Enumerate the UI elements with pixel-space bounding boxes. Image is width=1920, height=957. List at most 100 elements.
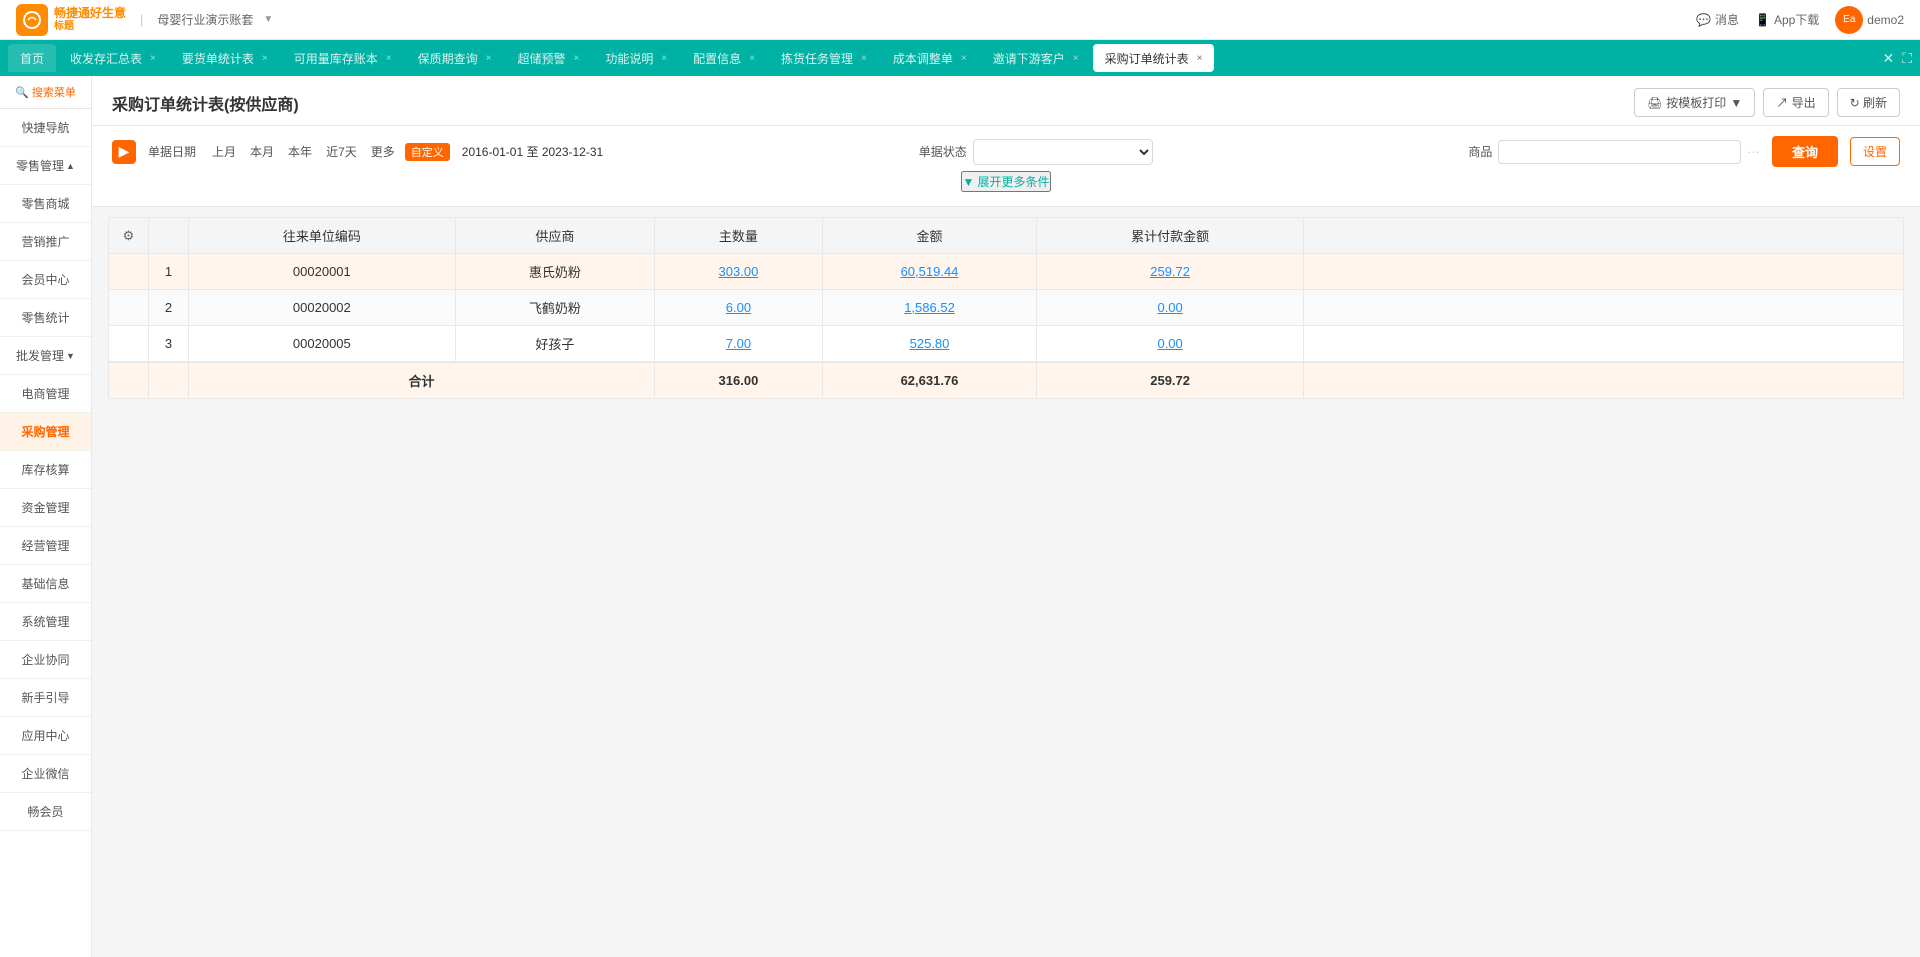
tab-available-stock[interactable]: 可用量库存账本 × <box>282 44 404 72</box>
th-main-qty: 主数量 <box>655 218 823 254</box>
setting-button[interactable]: 设置 <box>1850 137 1900 166</box>
td-main-qty-3[interactable]: 7.00 <box>655 326 823 363</box>
sidebar-item-retail-mall[interactable]: 零售商城 <box>0 185 91 223</box>
tab-receive-summary[interactable]: 收发存汇总表 × <box>58 44 168 72</box>
print-icon: 🖨 <box>1647 96 1662 110</box>
nav-expand-btn[interactable]: ⛶ <box>1902 50 1912 67</box>
table-row: 2 00020002 飞鹤奶粉 6.00 1,586.52 0.00 <box>109 290 1904 326</box>
sidebar-item-retail-mgmt[interactable]: 零售管理 ▲ <box>0 147 91 185</box>
status-select[interactable] <box>973 139 1153 165</box>
goods-filter-label: 商品 <box>1468 143 1492 160</box>
table-gear-icon[interactable]: ⚙ <box>123 228 135 243</box>
tab-home[interactable]: 首页 <box>8 44 56 72</box>
query-button[interactable]: 查询 <box>1772 136 1838 167</box>
sidebar-basic-info-label: 基础信息 <box>21 577 69 591</box>
sidebar-item-wholesale-mgmt[interactable]: 批发管理 ▼ <box>0 337 91 375</box>
tab-receive-summary-close[interactable]: × <box>150 53 156 64</box>
print-button[interactable]: 🖨 按模板打印 ▼ <box>1634 88 1755 117</box>
td-main-qty-2[interactable]: 6.00 <box>655 290 823 326</box>
sidebar-item-vip-member[interactable]: 畅会员 <box>0 793 91 831</box>
sidebar-item-member-center[interactable]: 会员中心 <box>0 261 91 299</box>
tab-config-info[interactable]: 配置信息 × <box>681 44 767 72</box>
shortcut-this-year[interactable]: 本年 <box>284 141 316 162</box>
sidebar-shortcut-label: 快捷导航 <box>21 121 69 135</box>
td-amount-3[interactable]: 525.80 <box>822 326 1036 363</box>
filter-toggle-button[interactable]: ▶ <box>112 140 136 164</box>
app-download-btn[interactable]: 📱 App下载 <box>1755 11 1819 28</box>
sidebar-item-marketing[interactable]: 营销推广 <box>0 223 91 261</box>
industry-dropdown-icon[interactable]: ▼ <box>263 14 273 25</box>
tab-config-info-close[interactable]: × <box>749 53 755 64</box>
sidebar-item-enterprise-collab[interactable]: 企业协同 <box>0 641 91 679</box>
sidebar-item-operation-mgmt[interactable]: 经营管理 <box>0 527 91 565</box>
tab-purchase-stats-close[interactable]: × <box>1197 53 1203 64</box>
tab-order-stats-close[interactable]: × <box>262 53 268 64</box>
sidebar-app-center-label: 应用中心 <box>21 729 69 743</box>
tab-invite-downstream[interactable]: 邀请下游客户 × <box>981 44 1091 72</box>
wholesale-mgmt-arrow-icon: ▼ <box>66 351 75 361</box>
td-footer-settings <box>109 362 149 399</box>
tab-invite-downstream-close[interactable]: × <box>1073 53 1079 64</box>
sidebar-shortcut[interactable]: 快捷导航 <box>0 109 91 147</box>
tab-validity-query-close[interactable]: × <box>486 53 492 64</box>
sidebar-search[interactable]: 🔍 搜索菜单 <box>0 76 91 109</box>
td-amount-1[interactable]: 60,519.44 <box>822 254 1036 290</box>
sidebar-item-ecommerce-mgmt[interactable]: 电商管理 <box>0 375 91 413</box>
td-footer-qty: 316.00 <box>655 362 823 399</box>
td-supplier-name-1: 惠氏奶粉 <box>455 254 654 290</box>
tab-picking-task-close[interactable]: × <box>861 53 867 64</box>
sidebar-item-purchase-mgmt[interactable]: 采购管理 <box>0 413 91 451</box>
tab-purchase-stats[interactable]: 采购订单统计表 × <box>1093 44 1215 72</box>
sidebar-item-enterprise-wechat[interactable]: 企业微信 <box>0 755 91 793</box>
date-range-display[interactable]: 2016-01-01 至 2023-12-31 <box>462 143 603 160</box>
nav-close-btn[interactable]: ✕ <box>1882 50 1894 67</box>
td-paid-amount-2[interactable]: 0.00 <box>1037 290 1304 326</box>
tab-picking-task[interactable]: 拣货任务管理 × <box>769 44 879 72</box>
tab-overstock-warning-close[interactable]: × <box>573 53 579 64</box>
tab-order-stats[interactable]: 要货单统计表 × <box>170 44 280 72</box>
tab-cost-adjust-close[interactable]: × <box>961 53 967 64</box>
app-download-icon: 📱 <box>1755 13 1770 27</box>
sidebar-item-system-mgmt[interactable]: 系统管理 <box>0 603 91 641</box>
tab-function-desc[interactable]: 功能说明 × <box>593 44 679 72</box>
td-footer-paid: 259.72 <box>1037 362 1304 399</box>
message-btn[interactable]: 💬 消息 <box>1696 11 1739 28</box>
shortcut-last-month[interactable]: 上月 <box>208 141 240 162</box>
tab-available-stock-close[interactable]: × <box>386 53 392 64</box>
sidebar-item-basic-info[interactable]: 基础信息 <box>0 565 91 603</box>
tab-invite-downstream-label: 邀请下游客户 <box>993 50 1065 67</box>
shortcut-this-month[interactable]: 本月 <box>246 141 278 162</box>
logo-text: 畅捷通好生意 标题 <box>54 6 126 32</box>
user-area[interactable]: Ea demo2 <box>1835 6 1904 34</box>
sidebar-item-new-guide[interactable]: 新手引导 <box>0 679 91 717</box>
sidebar-item-retail-stats[interactable]: 零售统计 <box>0 299 91 337</box>
sidebar-item-inventory-check[interactable]: 库存核算 <box>0 451 91 489</box>
shortcut-more[interactable]: 更多 <box>367 141 399 162</box>
tab-overstock-warning-label: 超储预警 <box>517 50 565 67</box>
tab-function-desc-close[interactable]: × <box>661 53 667 64</box>
refresh-button[interactable]: ↻ 刷新 <box>1837 88 1900 117</box>
sidebar: 🔍 搜索菜单 快捷导航 零售管理 ▲ 零售商城 营销推广 会员中心 零售统计 批… <box>0 76 92 957</box>
sidebar-item-finance-mgmt[interactable]: 资金管理 <box>0 489 91 527</box>
sidebar-enterprise-wechat-label: 企业微信 <box>21 767 69 781</box>
tab-validity-query[interactable]: 保质期查询 × <box>406 44 504 72</box>
expand-more-button[interactable]: ▼ 展开更多条件 <box>961 171 1052 192</box>
tab-cost-adjust[interactable]: 成本调整单 × <box>881 44 979 72</box>
td-footer-spacer <box>1304 362 1904 399</box>
td-paid-amount-1[interactable]: 259.72 <box>1037 254 1304 290</box>
td-paid-amount-3[interactable]: 0.00 <box>1037 326 1304 363</box>
td-amount-2[interactable]: 1,586.52 <box>822 290 1036 326</box>
shortcut-last-7-days[interactable]: 近7天 <box>322 141 361 162</box>
main-content: 采购订单统计表(按供应商) 🖨 按模板打印 ▼ ↗ 导出 ↻ 刷新 <box>92 76 1920 957</box>
sidebar-item-app-center[interactable]: 应用中心 <box>0 717 91 755</box>
td-main-qty-1[interactable]: 303.00 <box>655 254 823 290</box>
nav-tabs: 首页 收发存汇总表 × 要货单统计表 × 可用量库存账本 × 保质期查询 × 超… <box>0 40 1920 76</box>
th-row-num <box>149 218 189 254</box>
goods-input[interactable] <box>1498 140 1741 164</box>
tab-config-info-label: 配置信息 <box>693 50 741 67</box>
tab-overstock-warning[interactable]: 超储预警 × <box>505 44 591 72</box>
print-dropdown-icon: ▼ <box>1730 96 1742 110</box>
message-label: 消息 <box>1715 11 1739 28</box>
goods-more-icon[interactable]: ··· <box>1747 144 1760 159</box>
export-button[interactable]: ↗ 导出 <box>1763 88 1828 117</box>
